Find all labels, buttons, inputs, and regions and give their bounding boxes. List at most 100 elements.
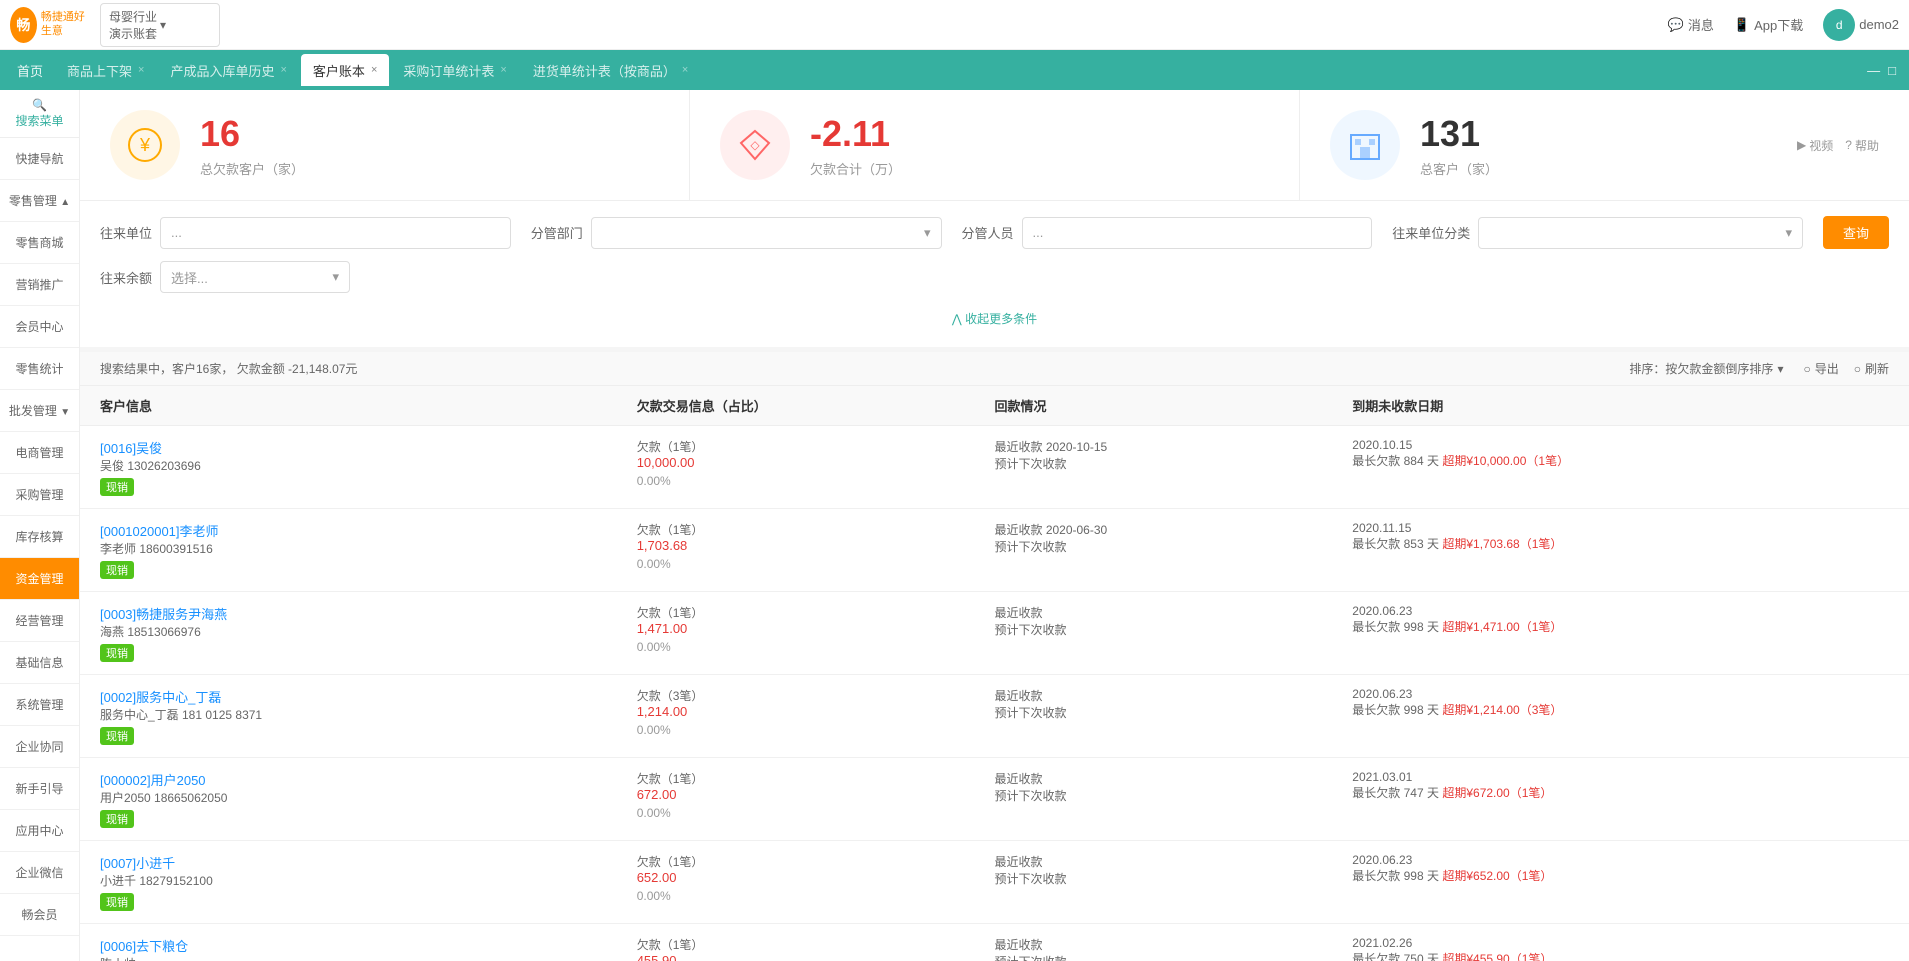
maximize-icon[interactable]: □ (1888, 63, 1896, 78)
tab-products[interactable]: 商品上下架 × (55, 54, 156, 86)
sort-button[interactable]: 排序：按欠款金额倒序排序 ▾ (1629, 360, 1783, 377)
due-date-cell: 2021.02.26 最长欠款 750 天 超期¥455.90（1笔） (1352, 936, 1889, 961)
card-top-right-actions: ▶ 视频 ? 帮助 (1797, 137, 1879, 154)
arrow-icon: ▲ (60, 197, 70, 208)
top-bar: 畅 畅捷通好生意 母婴行业演示账套 ▾ 💬 消息 📱 App下载 d demo2 (0, 0, 1909, 50)
filter-row-1: 往来单位 ... 分管部门 ▾ 分管人员 ... (100, 216, 1889, 249)
sidebar-item-guide[interactable]: 新手引导 (0, 768, 79, 810)
sidebar-item-batch-mgmt[interactable]: 批发管理 ▼ (0, 390, 79, 432)
filter-manager: 分管人员 ... (962, 217, 1373, 249)
sidebar-item-retail-mgmt[interactable]: 零售管理 ▲ (0, 180, 79, 222)
overdue-link[interactable]: 超期¥10,000.00（1笔） (1442, 454, 1569, 468)
sidebar-search[interactable]: 🔍 搜索菜单 (0, 90, 79, 138)
collapse-icon: ⋀ (952, 312, 962, 326)
debt-info-cell: 欠款（1笔） 672.00 0.00% (637, 770, 995, 820)
tab-home[interactable]: 首页 (5, 61, 55, 80)
tab-purchase-order[interactable]: 采购订单统计表 × (391, 54, 518, 86)
sidebar-item-ecommerce[interactable]: 电商管理 (0, 432, 79, 474)
tab-close-icon[interactable]: × (371, 64, 377, 76)
sidebar-item-inventory[interactable]: 库存核算 (0, 516, 79, 558)
tab-close-icon[interactable]: × (500, 64, 506, 76)
sidebar: 🔍 搜索菜单 快捷导航 零售管理 ▲ 零售商城 营销推广 会员中心 零售统计 (0, 90, 80, 961)
customer-name[interactable]: [0007]小进千 (100, 853, 637, 872)
collapse-filter-btn[interactable]: ⋀ 收起更多条件 (100, 305, 1889, 332)
sidebar-item-marketing[interactable]: 营销推广 (0, 264, 79, 306)
customer-name[interactable]: [0016]吴俊 (100, 438, 637, 457)
sidebar-item-capital[interactable]: 资金管理 (0, 558, 79, 600)
filter-input-supplier[interactable]: ... (160, 217, 511, 249)
table-container: 客户信息 欠款交易信息（占比） 回款情况 到期未收款日期 [0016]吴俊 吴俊… (80, 386, 1909, 961)
sidebar-item-system[interactable]: 系统管理 (0, 684, 79, 726)
tab-close-icon[interactable]: × (682, 64, 688, 76)
filter-placeholder-balance: 选择... (171, 268, 208, 287)
filter-label-manager: 分管人员 (962, 223, 1014, 242)
collection-cell: 最近收款 2020-10-15 预计下次收款 (994, 438, 1352, 472)
store-selector[interactable]: 母婴行业演示账套 ▾ (100, 3, 220, 47)
filter-input-manager[interactable]: ... (1022, 217, 1373, 249)
overdue-link[interactable]: 超期¥1,471.00（1笔） (1442, 620, 1562, 634)
customer-phone: 吴俊 13026203696 (100, 457, 637, 474)
filter-select-balance[interactable]: 选择... ▾ (160, 261, 350, 293)
tab-customer-account[interactable]: 客户账本 × (301, 54, 389, 86)
tab-production[interactable]: 产成品入库单历史 × (158, 54, 298, 86)
sidebar-item-wechat[interactable]: 企业微信 (0, 852, 79, 894)
customer-phone: 小进千 18279152100 (100, 872, 637, 889)
filter-row-2: 往来余额 选择... ▾ (100, 261, 1889, 293)
sidebar-item-retail-store[interactable]: 零售商城 (0, 222, 79, 264)
overdue-link[interactable]: 超期¥672.00（1笔） (1442, 786, 1552, 800)
logo-icon: 畅 (10, 7, 37, 43)
sidebar-nav: 零售管理 ▲ 零售商城 营销推广 会员中心 零售统计 批发管理 ▼ 电商管理 (0, 180, 79, 936)
user-menu[interactable]: d demo2 (1823, 9, 1899, 41)
sidebar-item-purchase[interactable]: 采购管理 (0, 474, 79, 516)
video-btn[interactable]: ▶ 视频 (1797, 137, 1833, 154)
customer-name[interactable]: [000002]用户2050 (100, 770, 637, 789)
overdue-link[interactable]: 超期¥455.90（1笔） (1442, 952, 1552, 961)
table-row: [0002]服务中心_丁磊 服务中心_丁磊 181 0125 8371 现销 欠… (80, 675, 1909, 758)
help-btn[interactable]: ? 帮助 (1845, 137, 1879, 154)
sidebar-item-member[interactable]: 会员中心 (0, 306, 79, 348)
sidebar-item-enterprise[interactable]: 企业协同 (0, 726, 79, 768)
tab-close-icon[interactable]: × (138, 64, 144, 76)
filter-section: 往来单位 ... 分管部门 ▾ 分管人员 ... (80, 201, 1909, 347)
refresh-btn[interactable]: ○ 刷新 (1854, 360, 1889, 377)
filter-label-department: 分管部门 (531, 223, 583, 242)
collection-cell: 最近收款 预计下次收款 (994, 687, 1352, 721)
sidebar-item-apps[interactable]: 应用中心 (0, 810, 79, 852)
overdue-link[interactable]: 超期¥1,214.00（3笔） (1442, 703, 1562, 717)
filter-select-department[interactable]: ▾ (591, 217, 942, 249)
sidebar-item-retail-stats[interactable]: 零售统计 (0, 348, 79, 390)
filter-category: 往来单位分类 ▾ (1392, 217, 1803, 249)
overdue-link[interactable]: 超期¥1,703.68（1笔） (1442, 537, 1562, 551)
debtor-label: 总欠款客户（家） (200, 159, 304, 178)
search-button[interactable]: 查询 (1823, 216, 1889, 249)
filter-balance: 往来余额 选择... ▾ (100, 261, 350, 293)
filter-select-category[interactable]: ▾ (1478, 217, 1803, 249)
col-header-due: 到期未收款日期 (1352, 396, 1889, 415)
message-btn[interactable]: 💬 消息 (1668, 15, 1714, 34)
status-badge: 现销 (100, 478, 134, 496)
tab-close-icon[interactable]: × (280, 64, 286, 76)
customer-name[interactable]: [0002]服务中心_丁磊 (100, 687, 637, 706)
help-icon: ? (1845, 138, 1852, 152)
sidebar-item-quick-nav[interactable]: 快捷导航 (0, 138, 79, 180)
export-btn[interactable]: ○ 导出 (1803, 360, 1838, 377)
collection-cell: 最近收款 预计下次收款 (994, 936, 1352, 961)
logo-text: 畅捷通好生意 (41, 11, 90, 37)
store-name: 母婴行业演示账套 (109, 8, 160, 42)
debt-info-cell: 欠款（3笔） 1,214.00 0.00% (637, 687, 995, 737)
filter-label-category: 往来单位分类 (1392, 223, 1470, 242)
total-customers-value: 131 (1420, 113, 1498, 155)
filter-label-supplier: 往来单位 (100, 223, 152, 242)
customer-name[interactable]: [0003]畅捷服务尹海燕 (100, 604, 637, 623)
sidebar-item-operations[interactable]: 经营管理 (0, 600, 79, 642)
sidebar-item-basic-info[interactable]: 基础信息 (0, 642, 79, 684)
customer-name[interactable]: [0001020001]李老师 (100, 521, 637, 540)
customer-name[interactable]: [0006]去下粮仓 (100, 936, 637, 955)
app-download-btn[interactable]: 📱 App下载 (1734, 15, 1803, 34)
minimize-icon[interactable]: — (1867, 63, 1880, 78)
total-debt-value: -2.11 (810, 113, 901, 155)
avatar: d (1823, 9, 1855, 41)
sidebar-item-vip[interactable]: 畅会员 (0, 894, 79, 936)
overdue-link[interactable]: 超期¥652.00（1笔） (1442, 869, 1552, 883)
tab-inbound-stats[interactable]: 进货单统计表（按商品） × (521, 54, 700, 86)
